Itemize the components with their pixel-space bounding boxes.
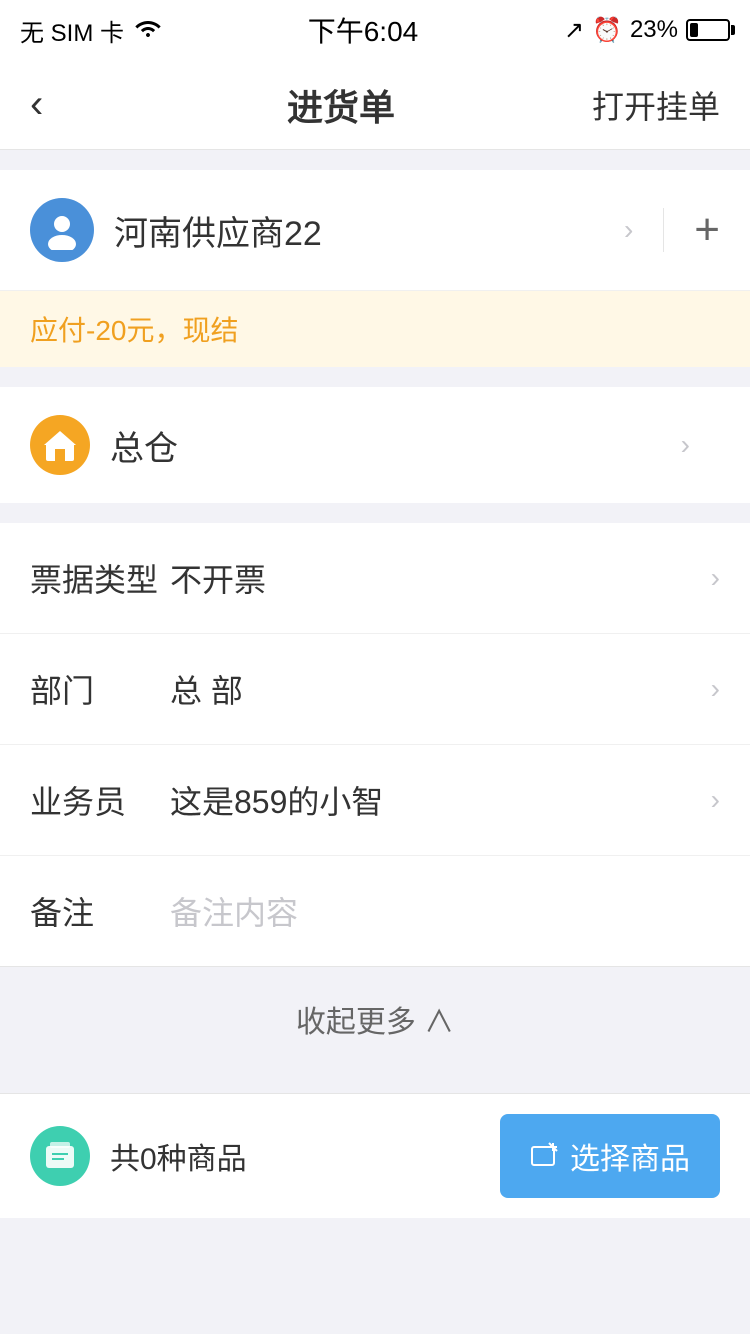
open-pending-button[interactable]: 打开挂单 — [592, 82, 720, 128]
supplier-row[interactable]: 河南供应商22 › + — [0, 170, 750, 291]
warehouse-section: 总仓 › — [0, 387, 750, 503]
sim-text: 无 SIM 卡 — [20, 13, 124, 48]
product-count-icon — [30, 1126, 90, 1186]
remark-label: 备注 — [30, 888, 170, 934]
battery-percent: 23% — [630, 16, 678, 44]
section-divider-2 — [0, 367, 750, 387]
location-icon: ↗ — [564, 16, 584, 45]
supplier-name: 河南供应商22 — [114, 206, 624, 255]
select-product-button[interactable]: 选择商品 — [500, 1114, 720, 1198]
bottom-bar: 共0种商品 选择商品 — [0, 1093, 750, 1218]
department-label: 部门 — [30, 666, 170, 712]
salesperson-chevron-icon: › — [711, 784, 720, 816]
alarm-icon: ⏰ — [592, 16, 622, 45]
section-divider-3 — [0, 503, 750, 523]
section-divider-4 — [0, 1071, 750, 1091]
department-value: 总 部 — [170, 666, 711, 712]
add-supplier-button[interactable]: + — [694, 205, 720, 255]
invoice-type-value: 不开票 — [170, 555, 711, 601]
warehouse-chevron-icon: › — [681, 429, 690, 461]
vertical-divider — [663, 208, 664, 252]
supplier-alert: 应付-20元，现结 — [0, 291, 750, 367]
invoice-type-row[interactable]: 票据类型 不开票 › — [0, 523, 750, 633]
product-count-text: 共0种商品 — [110, 1134, 500, 1178]
status-bar-right: ↗ ⏰ 23% — [564, 16, 730, 45]
supplier-section: 河南供应商22 › + 应付-20元，现结 — [0, 170, 750, 367]
warehouse-row[interactable]: 总仓 › — [0, 387, 750, 503]
invoice-type-chevron-icon: › — [711, 562, 720, 594]
salesperson-label: 业务员 — [30, 777, 170, 823]
status-bar-time: 下午6:04 — [308, 10, 419, 50]
page-title: 进货单 — [287, 79, 395, 131]
battery-icon — [686, 19, 730, 41]
form-section: 票据类型 不开票 › 部门 总 部 › 业务员 这是859的小智 › 备注 备注… — [0, 523, 750, 1071]
back-button[interactable]: ‹ — [30, 82, 90, 127]
salesperson-value: 这是859的小智 — [170, 777, 711, 823]
supplier-avatar — [30, 198, 94, 262]
supplier-chevron-icon: › — [624, 214, 633, 246]
status-bar-left: 无 SIM 卡 — [20, 13, 162, 48]
department-row[interactable]: 部门 总 部 › — [0, 633, 750, 744]
status-bar: 无 SIM 卡 下午6:04 ↗ ⏰ 23% — [0, 0, 750, 60]
select-product-label: 选择商品 — [570, 1134, 690, 1178]
warehouse-icon — [30, 415, 90, 475]
wifi-icon — [134, 16, 162, 45]
invoice-type-label: 票据类型 — [30, 555, 170, 601]
collapse-button[interactable]: 收起更多 ∧ — [0, 966, 750, 1071]
remark-row[interactable]: 备注 备注内容 — [0, 855, 750, 966]
salesperson-row[interactable]: 业务员 这是859的小智 › — [0, 744, 750, 855]
department-chevron-icon: › — [711, 673, 720, 705]
section-divider-1 — [0, 150, 750, 170]
remark-input[interactable]: 备注内容 — [170, 888, 720, 934]
warehouse-name: 总仓 — [110, 421, 681, 470]
nav-bar: ‹ 进货单 打开挂单 — [0, 60, 750, 150]
